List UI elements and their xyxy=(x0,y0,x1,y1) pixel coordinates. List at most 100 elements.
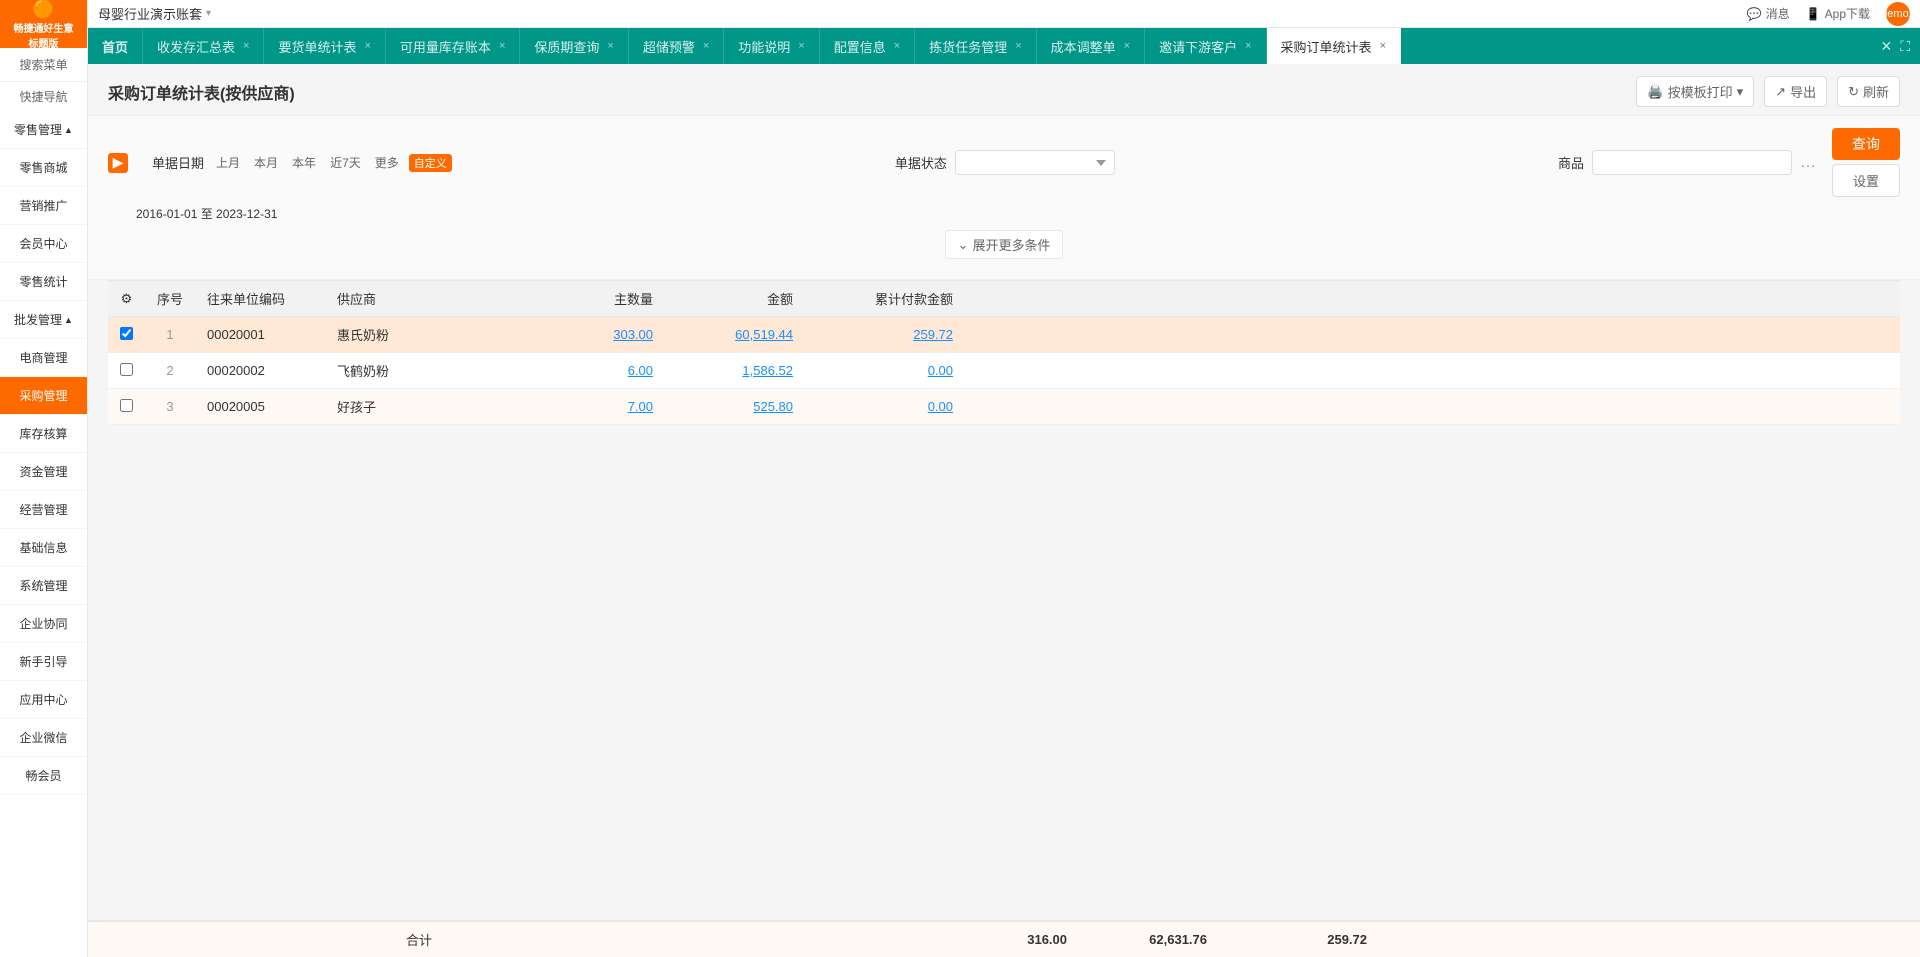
chevron-icon: ▲ xyxy=(64,315,73,325)
sidebar-item-member[interactable]: 会员中心 xyxy=(0,225,87,263)
tab-cost-adjust[interactable]: 成本调整单× xyxy=(1037,28,1145,64)
chevron-icon: ▲ xyxy=(64,125,73,135)
export-button[interactable]: ↗ 导出 xyxy=(1764,76,1827,107)
tab-config-info[interactable]: 配置信息× xyxy=(820,28,915,64)
table-row[interactable]: 2 00020002 飞鹤奶粉 6.00 1,586.52 0.00 xyxy=(108,353,1900,389)
toggle-filter-button[interactable]: ▶ xyxy=(108,153,128,173)
row-extra xyxy=(965,317,1900,353)
search-label: 搜索菜单 xyxy=(6,56,81,73)
row-qty[interactable]: 303.00 xyxy=(545,317,665,353)
goods-more-icon[interactable]: … xyxy=(1800,154,1816,172)
maximize-icon[interactable]: ⛶ xyxy=(1900,38,1910,55)
sidebar-item-wholesale[interactable]: 批发管理▲ xyxy=(0,301,87,339)
message-button[interactable]: 💬 消息 xyxy=(1747,5,1790,22)
table-row[interactable]: 3 00020005 好孩子 7.00 525.80 0.00 xyxy=(108,389,1900,425)
tab-purchase-order-stat[interactable]: 采购订单统计表× xyxy=(1267,28,1401,64)
row-checkbox[interactable] xyxy=(108,317,145,353)
tab-invite-downstream[interactable]: 邀请下游客户× xyxy=(1145,28,1266,64)
tab-home[interactable]: 首页 xyxy=(88,28,143,64)
date-last-month[interactable]: 上月 xyxy=(212,152,244,173)
row-qty[interactable]: 7.00 xyxy=(545,389,665,425)
sidebar-item-purchase[interactable]: 采购管理 xyxy=(0,377,87,415)
account-dropdown[interactable]: 母婴行业演示账套 ▾ xyxy=(98,4,211,23)
col-settings[interactable]: ⚙ xyxy=(108,281,145,317)
tab-close-button[interactable]: × xyxy=(894,40,900,52)
row-checkbox[interactable] xyxy=(108,389,145,425)
sidebar-item-system[interactable]: 系统管理 xyxy=(0,567,87,605)
row-qty[interactable]: 6.00 xyxy=(545,353,665,389)
footer-paid: 259.72 xyxy=(1207,932,1367,947)
sidebar-item-retail[interactable]: 零售管理▲ xyxy=(0,111,87,149)
sidebar-item-ecommerce[interactable]: 电商管理 xyxy=(0,339,87,377)
sidebar-item-marketing[interactable]: 营销推广 xyxy=(0,187,87,225)
tab-close-button[interactable]: × xyxy=(243,40,249,52)
sidebar-item-operation[interactable]: 经营管理 xyxy=(0,491,87,529)
status-filter: 单据状态 xyxy=(895,150,1115,175)
refresh-button[interactable]: ↻ 刷新 xyxy=(1837,76,1900,107)
print-button[interactable]: 🖨️ 按模板打印 ▾ xyxy=(1636,76,1754,107)
tab-close-button[interactable]: × xyxy=(798,40,804,52)
message-label: 消息 xyxy=(1766,5,1790,22)
row-amount[interactable]: 60,519.44 xyxy=(665,317,805,353)
tab-overstock-alert[interactable]: 超储预警× xyxy=(629,28,724,64)
search-menu-item[interactable]: 搜索菜单 xyxy=(0,48,87,82)
tab-close-button[interactable]: × xyxy=(364,40,370,52)
tab-purchase-stat[interactable]: 要货单统计表× xyxy=(264,28,385,64)
sidebar-item-finance[interactable]: 资金管理 xyxy=(0,453,87,491)
tab-close-button[interactable]: × xyxy=(1380,40,1386,52)
table-row[interactable]: 1 00020001 惠氏奶粉 303.00 60,519.44 259.72 xyxy=(108,317,1900,353)
sidebar-item-inventory[interactable]: 库存核算 xyxy=(0,415,87,453)
tab-close-button[interactable]: × xyxy=(703,40,709,52)
date-7days[interactable]: 近7天 xyxy=(326,152,365,173)
row-paid[interactable]: 0.00 xyxy=(805,389,965,425)
tab-close-button[interactable]: × xyxy=(499,40,505,52)
topbar: 母婴行业演示账套 ▾ 💬 消息 📱 App下载 demo2 xyxy=(88,0,1920,28)
sidebar-item-basic-info[interactable]: 基础信息 xyxy=(0,529,87,567)
tab-available-stock[interactable]: 可用量库存账本× xyxy=(386,28,520,64)
message-icon: 💬 xyxy=(1747,7,1762,21)
row-amount[interactable]: 1,586.52 xyxy=(665,353,805,389)
quick-nav-label: 快捷导航 xyxy=(19,88,67,105)
sidebar-item-app-center[interactable]: 应用中心 xyxy=(0,681,87,719)
row-paid[interactable]: 259.72 xyxy=(805,317,965,353)
sidebar-item-retail-stat[interactable]: 零售统计 xyxy=(0,263,87,301)
row-code: 00020005 xyxy=(195,389,325,425)
date-more[interactable]: 更多 xyxy=(371,152,403,173)
date-filter: 单据日期 上月 本月 本年 近7天 更多 自定义 xyxy=(152,152,452,173)
user-profile[interactable]: demo2 xyxy=(1886,2,1910,26)
query-button[interactable]: 查询 xyxy=(1832,128,1900,160)
quick-nav-item[interactable]: 快捷导航 xyxy=(0,82,87,111)
close-tab-icon[interactable]: ✕ xyxy=(1880,38,1892,55)
row-extra xyxy=(965,389,1900,425)
setting-button[interactable]: 设置 xyxy=(1832,164,1900,197)
sidebar-item-enterprise-wechat[interactable]: 企业微信 xyxy=(0,719,87,757)
tab-pick-task[interactable]: 拣货任务管理× xyxy=(915,28,1036,64)
row-paid[interactable]: 0.00 xyxy=(805,353,965,389)
date-this-year[interactable]: 本年 xyxy=(288,152,320,173)
expand-more-section: ⌄ 展开更多条件 xyxy=(108,222,1900,267)
status-select[interactable] xyxy=(955,150,1115,175)
tab-close-button[interactable]: × xyxy=(1245,40,1251,52)
tab-receive-summary[interactable]: 收发存汇总表× xyxy=(143,28,264,64)
sidebar-item-member2[interactable]: 畅会员 xyxy=(0,757,87,795)
sidebar-item-newbie[interactable]: 新手引导 xyxy=(0,643,87,681)
page-actions: 🖨️ 按模板打印 ▾ ↗ 导出 ↻ 刷新 xyxy=(1636,76,1900,107)
avatar: demo2 xyxy=(1886,2,1910,26)
chevron-down-icon: ⌄ xyxy=(958,237,969,253)
row-supplier: 惠氏奶粉 xyxy=(325,317,545,353)
expand-button[interactable]: ⌄ 展开更多条件 xyxy=(945,230,1064,259)
tab-close-button[interactable]: × xyxy=(607,40,613,52)
tab-close-button[interactable]: × xyxy=(1124,40,1130,52)
row-checkbox[interactable] xyxy=(108,353,145,389)
date-shortcuts: 上月 本月 本年 近7天 更多 自定义 xyxy=(212,152,452,173)
sidebar-item-enterprise[interactable]: 企业协同 xyxy=(0,605,87,643)
date-custom-tag[interactable]: 自定义 xyxy=(409,154,452,172)
tab-shelf-life[interactable]: 保质期查询× xyxy=(520,28,628,64)
date-this-month[interactable]: 本月 xyxy=(250,152,282,173)
goods-input[interactable] xyxy=(1592,150,1792,175)
row-amount[interactable]: 525.80 xyxy=(665,389,805,425)
app-download-button[interactable]: 📱 App下载 xyxy=(1806,5,1870,22)
sidebar-item-retail-mall[interactable]: 零售商城 xyxy=(0,149,87,187)
tab-func-desc[interactable]: 功能说明× xyxy=(724,28,819,64)
tab-close-button[interactable]: × xyxy=(1015,40,1021,52)
